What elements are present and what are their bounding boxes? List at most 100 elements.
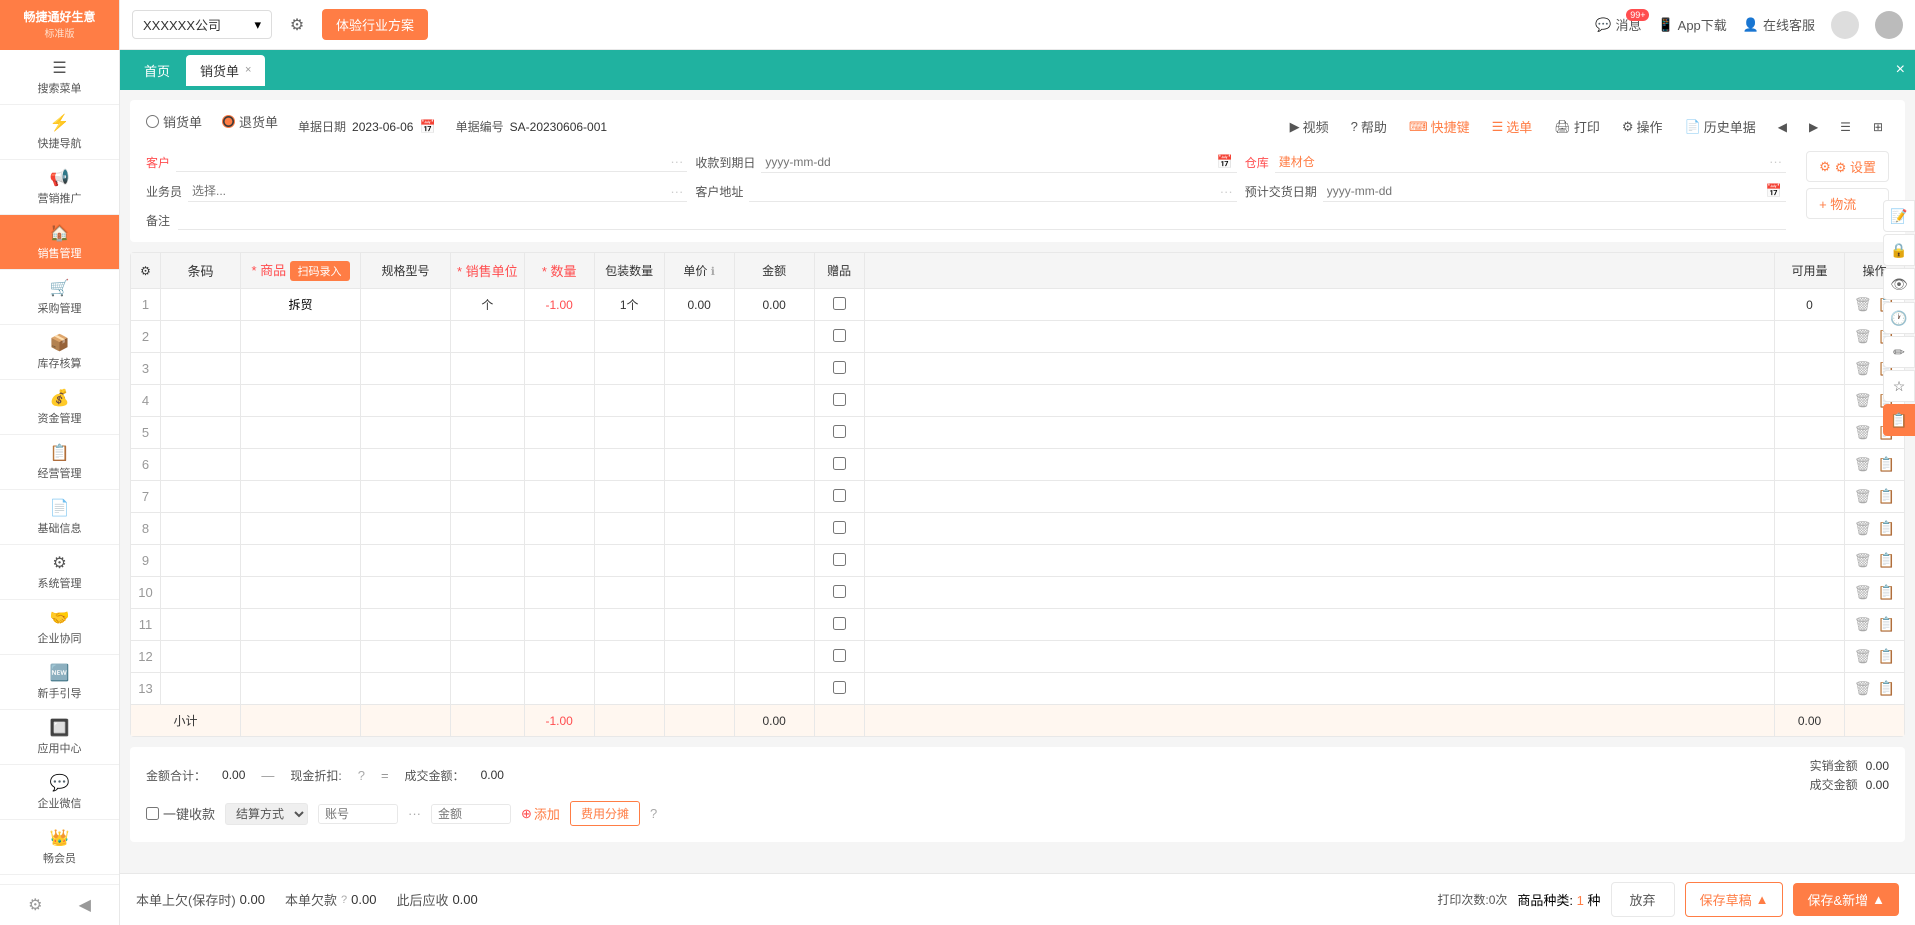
copy-row-icon-10[interactable]: 📋 <box>1878 616 1895 633</box>
cell-qty-2[interactable] <box>524 353 594 385</box>
product-input-4[interactable] <box>247 426 354 440</box>
gift-checkbox-5[interactable] <box>833 457 846 470</box>
cell-barcode-9[interactable] <box>161 577 241 609</box>
barcode-input-12[interactable] <box>167 682 234 696</box>
settings-icon[interactable]: ⚙ <box>28 895 42 915</box>
product-input-3[interactable] <box>247 394 354 408</box>
radio-sales-order[interactable]: 销货单 <box>146 112 202 131</box>
cell-barcode-2[interactable] <box>161 353 241 385</box>
cell-qty-7[interactable] <box>524 513 594 545</box>
discard-button[interactable]: 放弃 <box>1611 882 1675 917</box>
copy-row-icon-11[interactable]: 📋 <box>1878 648 1895 665</box>
payment-checkbox[interactable] <box>146 807 159 820</box>
cell-product-12[interactable] <box>241 673 361 705</box>
cell-qty-3[interactable] <box>524 385 594 417</box>
copy-row-icon-8[interactable]: 📋 <box>1878 552 1895 569</box>
cell-price-4[interactable] <box>664 417 734 449</box>
barcode-input-10[interactable] <box>167 618 234 632</box>
barcode-input-8[interactable] <box>167 554 234 568</box>
cell-product-5[interactable] <box>241 449 361 481</box>
cell-product-7[interactable] <box>241 513 361 545</box>
payment-method-select[interactable]: 结算方式 <box>225 803 308 825</box>
customer-addr-dots[interactable]: ··· <box>1220 184 1233 199</box>
list-view-button[interactable]: ☰ <box>1834 118 1857 136</box>
cell-product-6[interactable] <box>241 481 361 513</box>
cell-spec-4[interactable] <box>361 417 451 449</box>
product-input-6[interactable] <box>247 490 354 504</box>
cell-product-3[interactable] <box>241 385 361 417</box>
delete-row-icon-0[interactable]: 🗑 <box>1854 296 1872 313</box>
gift-checkbox-4[interactable] <box>833 425 846 438</box>
barcode-input-6[interactable] <box>167 490 234 504</box>
float-action-button[interactable]: 📋 <box>1883 404 1915 436</box>
cell-spec-0[interactable] <box>361 289 451 321</box>
sidebar-item-finance[interactable]: 💰资金管理 <box>0 380 119 435</box>
save-new-button[interactable]: 保存&新增 ▲ <box>1793 883 1899 916</box>
cell-gift-0[interactable] <box>814 289 864 321</box>
delete-row-icon-8[interactable]: 🗑 <box>1854 552 1872 569</box>
amount-input[interactable] <box>431 804 511 824</box>
cell-spec-7[interactable] <box>361 513 451 545</box>
cell-qty-5[interactable] <box>524 449 594 481</box>
cell-price-10[interactable] <box>664 609 734 641</box>
cell-gift-7[interactable] <box>814 513 864 545</box>
cell-barcode-8[interactable] <box>161 545 241 577</box>
cell-barcode-5[interactable] <box>161 449 241 481</box>
cell-barcode-7[interactable] <box>161 513 241 545</box>
avatar-extra[interactable] <box>1875 11 1903 39</box>
scan-button[interactable]: 扫码录入 <box>290 261 350 281</box>
cell-gift-3[interactable] <box>814 385 864 417</box>
float-lock-button[interactable]: 🔒 <box>1883 234 1915 266</box>
float-clock-button[interactable]: 🕐 <box>1883 302 1915 334</box>
delete-row-icon-9[interactable]: 🗑 <box>1854 584 1872 601</box>
delivery-date-calendar-icon[interactable]: 📅 <box>1766 183 1782 199</box>
warehouse-dots[interactable]: ··· <box>1769 154 1782 169</box>
cell-gift-2[interactable] <box>814 353 864 385</box>
tabbar-close-button[interactable]: × <box>1896 61 1905 79</box>
message-button[interactable]: 💬 消息 99+ <box>1595 15 1641 34</box>
delete-row-icon-6[interactable]: 🗑 <box>1854 488 1872 505</box>
cell-product-9[interactable] <box>241 577 361 609</box>
cell-spec-1[interactable] <box>361 321 451 353</box>
help-icon-bottom[interactable]: ? <box>341 894 347 906</box>
spec-input-5[interactable] <box>367 458 444 472</box>
cell-product-1[interactable] <box>241 321 361 353</box>
nav-prev-button[interactable]: ◀ <box>1772 118 1793 136</box>
help-button[interactable]: ? 帮助 <box>1345 115 1393 138</box>
staff-input[interactable] <box>192 184 670 198</box>
cell-gift-8[interactable] <box>814 545 864 577</box>
delete-row-icon-4[interactable]: 🗑 <box>1854 424 1872 441</box>
cell-price-3[interactable] <box>664 385 734 417</box>
product-input-8[interactable] <box>247 554 354 568</box>
select-button[interactable]: ☰ 选单 <box>1486 115 1539 138</box>
delete-row-icon-7[interactable]: 🗑 <box>1854 520 1872 537</box>
gift-checkbox-2[interactable] <box>833 361 846 374</box>
cell-qty-8[interactable] <box>524 545 594 577</box>
barcode-input-5[interactable] <box>167 458 234 472</box>
payment-date-input[interactable] <box>765 155 1216 169</box>
barcode-input-7[interactable] <box>167 522 234 536</box>
staff-dots[interactable]: ··· <box>670 184 683 199</box>
cell-spec-10[interactable] <box>361 609 451 641</box>
avatar[interactable] <box>1831 11 1859 39</box>
cell-product-2[interactable] <box>241 353 361 385</box>
gift-checkbox-11[interactable] <box>833 649 846 662</box>
cell-gift-1[interactable] <box>814 321 864 353</box>
delete-row-icon-11[interactable]: 🗑 <box>1854 648 1872 665</box>
radio-return-order[interactable]: 退货单 <box>222 112 278 131</box>
sidebar-item-enterprise-wx[interactable]: 💬企业微信 <box>0 765 119 820</box>
delete-row-icon-1[interactable]: 🗑 <box>1854 328 1872 345</box>
spec-input-4[interactable] <box>367 426 444 440</box>
one-click-payment-checkbox[interactable]: 一键收款 <box>146 804 215 823</box>
sidebar-item-purchase-mgmt[interactable]: 🛒采购管理 <box>0 270 119 325</box>
spec-input-9[interactable] <box>367 586 444 600</box>
copy-row-icon-6[interactable]: 📋 <box>1878 488 1895 505</box>
date-calendar-icon[interactable]: 📅 <box>419 119 435 135</box>
cell-qty-4[interactable] <box>524 417 594 449</box>
customer-dots[interactable]: ··· <box>670 154 683 169</box>
cell-price-5[interactable] <box>664 449 734 481</box>
cell-spec-8[interactable] <box>361 545 451 577</box>
print-button[interactable]: 🖨 打印 <box>1548 115 1606 138</box>
cell-barcode-1[interactable] <box>161 321 241 353</box>
delete-row-icon-10[interactable]: 🗑 <box>1854 616 1872 633</box>
